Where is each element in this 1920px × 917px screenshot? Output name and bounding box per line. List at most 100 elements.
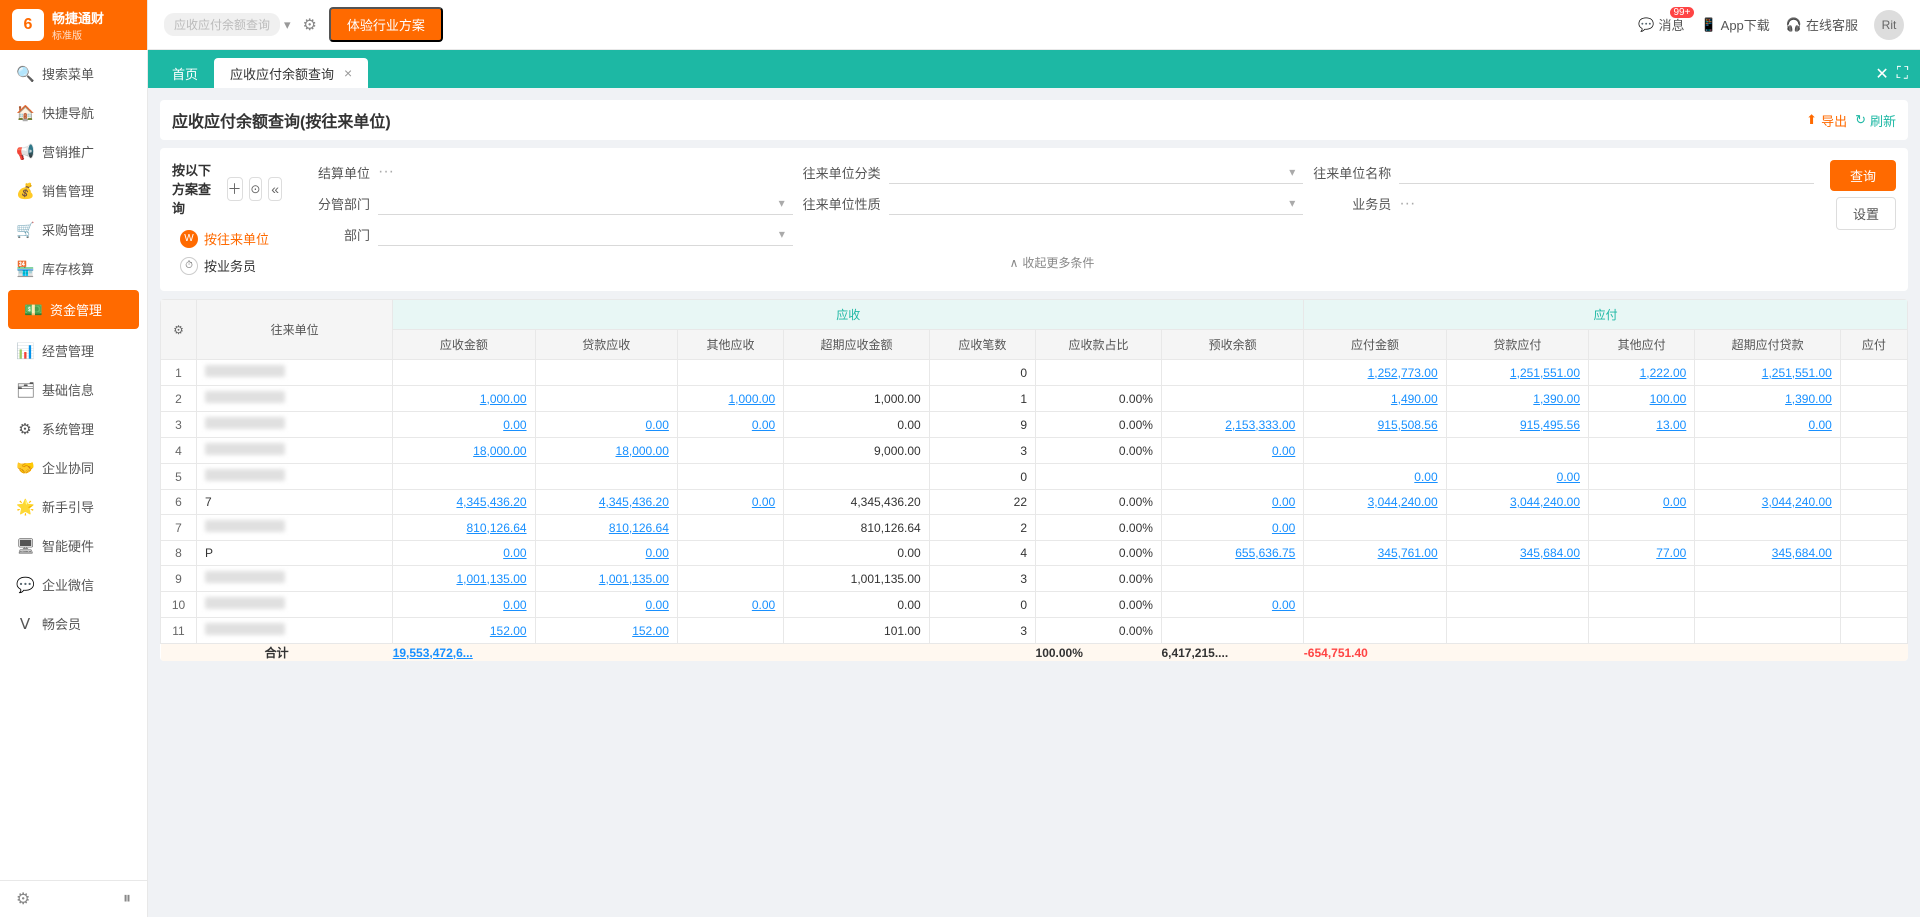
- sidebar-label-operations: 经营管理: [42, 341, 94, 360]
- filter-nav-salesperson-icon: ⏱: [180, 257, 198, 275]
- sidebar-icon-weixin: 💬: [16, 576, 34, 594]
- subdept-select[interactable]: ▾: [378, 223, 793, 246]
- sidebar-item-base[interactable]: 🗂基础信息: [0, 370, 147, 409]
- footer-label: 合计: [161, 644, 393, 662]
- th-recv-overdue: 超期应收金额: [784, 330, 930, 360]
- sidebar-label-guide: 新手引导: [42, 497, 94, 516]
- sidebar-item-purchase[interactable]: 🛒采购管理: [0, 210, 147, 249]
- filter-settings-button[interactable]: 设置: [1836, 197, 1896, 230]
- sidebar-icon-guide: 🌟: [16, 498, 34, 516]
- filter-field-salesperson: 业务员 ···: [1311, 194, 1814, 213]
- sidebar-icon-search: 🔍: [16, 65, 34, 83]
- table-settings-col[interactable]: ⚙: [161, 300, 197, 360]
- filter-nav-partner[interactable]: W 按往来单位: [172, 225, 282, 252]
- filter-collapse-left-icon[interactable]: «: [268, 177, 282, 201]
- th-pay-amount: 应付金额: [1304, 330, 1446, 360]
- footer-pay-extra: [1840, 644, 1907, 662]
- filter-field-settlement: 结算单位 ···: [290, 163, 793, 182]
- table-row: 674,345,436.204,345,436.200.004,345,436.…: [161, 490, 1908, 515]
- partner-nature-select[interactable]: ▾: [889, 192, 1304, 215]
- sidebar-item-enterprise[interactable]: 🤝企业协同: [0, 448, 147, 487]
- sidebar-icon-hardware: 🖥: [16, 537, 34, 555]
- sidebar-label-search: 搜索菜单: [42, 64, 94, 83]
- topbar-settings-icon[interactable]: ⚙: [303, 15, 317, 35]
- promo-button[interactable]: 体验行业方案: [329, 7, 443, 42]
- partner-category-select[interactable]: ▾: [889, 161, 1304, 184]
- table-row: 500.000.00: [161, 464, 1908, 490]
- filter-nav-salesperson-label: 按业务员: [204, 256, 256, 275]
- main-content: 应收应付余额查询(按往来单位) ⬆ 导出 ↻ 刷新 按以下方案查询: [148, 88, 1920, 917]
- footer-recv-prepaid: 6,417,215....: [1161, 644, 1303, 662]
- table-row: 30.000.000.000.0090.00%2,153,333.00915,5…: [161, 412, 1908, 438]
- sidebar-item-weixin[interactable]: 💬企业微信: [0, 565, 147, 604]
- footer-recv-amount[interactable]: 19,553,472,6...: [393, 644, 535, 662]
- filter-outer: 按以下方案查询 ＋ ⊙ « W 按往来单位 ⏱ 按业务员: [172, 160, 1896, 279]
- partner-category-arrow: ▾: [1289, 165, 1295, 179]
- messages-button[interactable]: 💬 消息 99+: [1638, 15, 1684, 34]
- data-table: ⚙ 往来单位 应收 应付 应收金额 贷款应收 其他应收 超期应收金额 应收笔数 …: [160, 299, 1908, 661]
- table-payable-group: 应付: [1304, 300, 1908, 330]
- sidebar-item-member[interactable]: Ⅴ畅会员: [0, 604, 147, 643]
- sidebar-icon-purchase: 🛒: [16, 221, 34, 239]
- tab-home-label: 首页: [172, 64, 198, 83]
- th-pay-other: 其他应付: [1589, 330, 1695, 360]
- sidebar-bottom: ⚙ ⏸: [0, 880, 147, 917]
- sidebar-item-guide[interactable]: 🌟 新手引导: [0, 487, 147, 526]
- filter-field-partner-name: 往来单位名称: [1311, 160, 1814, 184]
- sidebar-item-operations[interactable]: 📊经营管理: [0, 331, 147, 370]
- table-row: 11152.00152.00101.0030.00%: [161, 618, 1908, 644]
- sidebar-icon-finance: 💵: [24, 301, 42, 319]
- filter-fields: 结算单位 ··· 往来单位分类 ▾ 往来单位名称: [290, 160, 1814, 279]
- sidebar-item-finance[interactable]: 💵资金管理: [8, 290, 139, 329]
- settlement-dots[interactable]: ···: [378, 163, 394, 181]
- subdept-arrow: ▾: [779, 227, 785, 241]
- customer-service-button[interactable]: 🎧 在线客服: [1786, 15, 1858, 34]
- sidebar-item-search[interactable]: 🔍 搜索菜单: [0, 54, 147, 93]
- sidebar-item-marketing[interactable]: 📢营销推广: [0, 132, 147, 171]
- sidebar-icon-sales: 💰: [16, 182, 34, 200]
- partner-nature-label: 往来单位性质: [801, 194, 881, 213]
- filter-title: 按以下方案查询: [172, 160, 221, 217]
- sidebar-item-system[interactable]: ⚙系统管理: [0, 409, 147, 448]
- filter-row-1: 结算单位 ··· 往来单位分类 ▾ 往来单位名称: [290, 160, 1814, 184]
- filter-collapse-btn[interactable]: ∧ 收起更多条件: [290, 254, 1814, 271]
- query-btn-panel: 查询 设置: [1822, 160, 1896, 279]
- sidebar-item-hardware[interactable]: 🖥智能硬件: [0, 526, 147, 565]
- sidebar-item-quicknav[interactable]: 🏠快捷导航: [0, 93, 147, 132]
- filter-add-icon[interactable]: ＋: [227, 177, 243, 201]
- table-row: 101,252,773.001,251,551.001,222.001,251,…: [161, 360, 1908, 386]
- table-partner-col: 往来单位: [197, 300, 393, 360]
- tabbar-close-all-icon[interactable]: ✕: [1875, 64, 1888, 84]
- app-download-button[interactable]: 📱 App下载: [1700, 15, 1769, 34]
- settings-bottom-icon[interactable]: ⚙: [16, 889, 30, 909]
- collapse-icon[interactable]: ⏸: [123, 890, 131, 908]
- settlement-label: 结算单位: [290, 163, 370, 182]
- tabbar-expand-icon[interactable]: ⛶: [1897, 65, 1908, 83]
- subdept-label: 部门: [290, 225, 370, 244]
- logo-text: 畅捷通财 标准版: [52, 8, 104, 42]
- dept-select[interactable]: ▾: [378, 192, 793, 215]
- tab-close-icon[interactable]: ×: [344, 65, 352, 81]
- query-button[interactable]: 查询: [1830, 160, 1896, 191]
- sidebar-item-sales[interactable]: 💰销售管理: [0, 171, 147, 210]
- export-icon: ⬆: [1806, 112, 1817, 128]
- tab-home[interactable]: 首页: [156, 58, 214, 88]
- sidebar-item-inventory[interactable]: 🏪库存核算: [0, 249, 147, 288]
- tab-arbalance[interactable]: 应收应付余额查询 ×: [214, 58, 368, 88]
- footer-recv-loan: [535, 644, 677, 662]
- th-recv-count: 应收笔数: [929, 330, 1035, 360]
- filter-settings-icon[interactable]: ⊙: [249, 177, 263, 201]
- filter-area: 按以下方案查询 ＋ ⊙ « W 按往来单位 ⏱ 按业务员: [160, 148, 1908, 291]
- user-avatar[interactable]: Rit: [1874, 10, 1904, 40]
- refresh-button[interactable]: ↻ 刷新: [1855, 111, 1896, 130]
- partner-name-label: 往来单位名称: [1311, 163, 1391, 182]
- th-pay-extra: 应付: [1840, 330, 1907, 360]
- partner-name-input[interactable]: [1399, 160, 1814, 184]
- table-row: 21,000.001,000.001,000.0010.00%1,490.001…: [161, 386, 1908, 412]
- message-icon: 💬: [1638, 17, 1654, 33]
- salesperson-dots[interactable]: ···: [1399, 195, 1415, 213]
- export-button[interactable]: ⬆ 导出: [1806, 111, 1847, 130]
- tabbar-right: ✕ ⛶: [1875, 64, 1920, 88]
- filter-nav-salesperson[interactable]: ⏱ 按业务员: [172, 252, 282, 279]
- breadcrumb-dropdown[interactable]: ▾: [284, 17, 291, 33]
